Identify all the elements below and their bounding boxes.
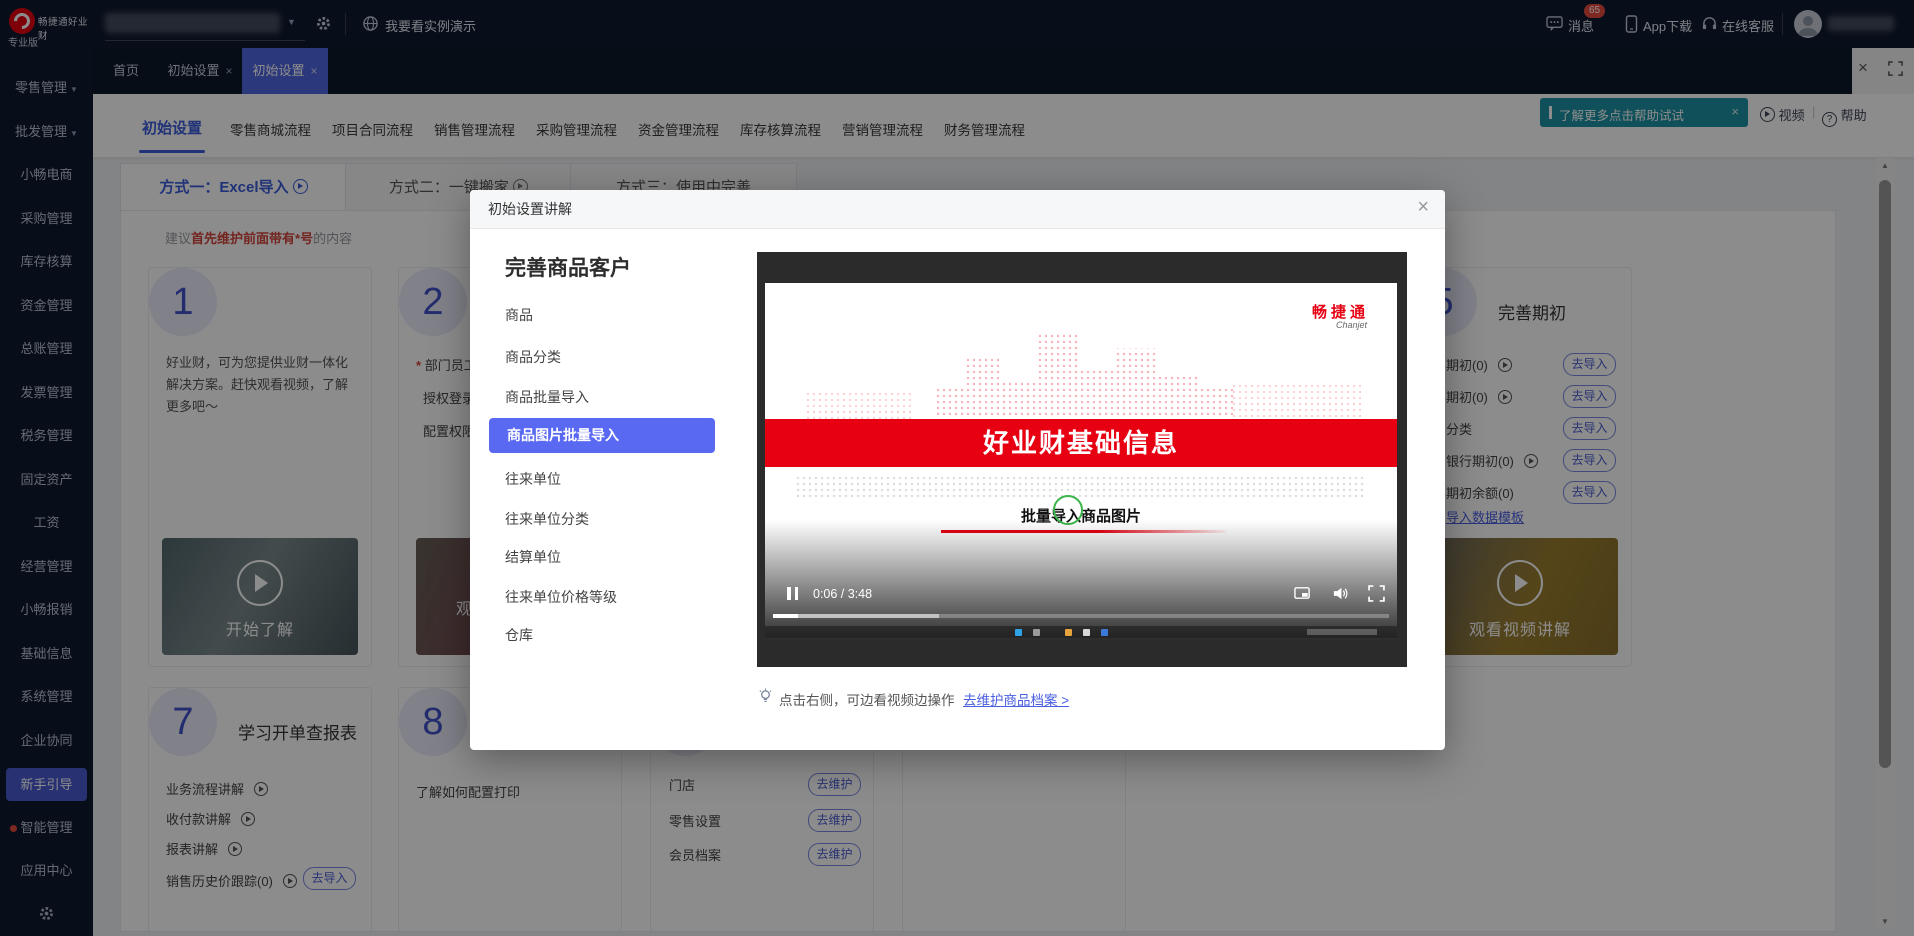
taskbar-icon bbox=[1033, 628, 1040, 636]
taskbar-icon bbox=[1015, 628, 1022, 636]
volume-icon[interactable] bbox=[1332, 585, 1349, 602]
taskbar-icon bbox=[1101, 628, 1108, 636]
maintain-goods-link[interactable]: 去维护商品档案 > bbox=[963, 689, 1069, 709]
app-screen: 畅捷通好业财 专业版 零售管理 ▼ 批发管理 ▼ 小畅电商 采购管理 库存核算 资金… bbox=[0, 0, 1914, 936]
setup-guide-modal: 初始设置讲解 × 完善商品客户 商品 商品分类 商品批量导入 商品图片批量导入 … bbox=[470, 190, 1445, 750]
video-frame: 畅捷通 Chanjet 好业财基础信息 批量导入商品图片 0:06 / 3:48 bbox=[765, 283, 1397, 640]
chanjet-logo-sub: Chanjet bbox=[1335, 320, 1367, 330]
pause-icon[interactable] bbox=[787, 587, 798, 600]
section-title: 完善商品客户 bbox=[505, 257, 631, 280]
taskbar-icon bbox=[1065, 628, 1072, 636]
video-banner: 好业财基础信息 bbox=[765, 419, 1397, 467]
dotted-skyline bbox=[935, 333, 1235, 419]
dotted-block bbox=[1231, 383, 1361, 419]
played-bar bbox=[773, 614, 798, 618]
buffered-bar bbox=[773, 614, 940, 618]
taskbar-tray bbox=[1307, 629, 1377, 635]
controls-gradient bbox=[765, 520, 1397, 640]
list-item-partner-category[interactable]: 往来单位分类 bbox=[505, 509, 589, 529]
dotted-strip bbox=[795, 475, 1367, 499]
pip-icon[interactable] bbox=[1294, 585, 1311, 602]
progress-bar[interactable] bbox=[773, 614, 1389, 618]
video-player[interactable]: 畅捷通 Chanjet 好业财基础信息 批量导入商品图片 0:06 / 3:48 bbox=[757, 252, 1407, 667]
modal-close-icon[interactable]: × bbox=[1417, 196, 1429, 219]
list-item-goods[interactable]: 商品 bbox=[505, 305, 533, 325]
list-item-goods-category[interactable]: 商品分类 bbox=[505, 347, 561, 367]
modal-tip: 点击右侧，可边看视频边操作 bbox=[779, 693, 955, 708]
list-item-settlement-unit[interactable]: 结算单位 bbox=[505, 547, 561, 567]
fullscreen-icon[interactable] bbox=[1368, 585, 1385, 602]
taskbar-icon bbox=[1083, 628, 1090, 636]
list-item-goods-batch-import[interactable]: 商品批量导入 bbox=[505, 387, 589, 407]
list-item-warehouse[interactable]: 仓库 bbox=[505, 625, 533, 645]
list-item-partners[interactable]: 往来单位 bbox=[505, 469, 561, 489]
recorded-taskbar bbox=[765, 626, 1397, 638]
dotted-block bbox=[805, 391, 915, 419]
video-controls: 0:06 / 3:48 bbox=[765, 584, 1397, 604]
list-item-price-level[interactable]: 往来单位价格等级 bbox=[505, 587, 617, 607]
list-item-goods-image-import-selected[interactable]: 商品图片批量导入 bbox=[489, 418, 715, 453]
chanjet-logo: 畅捷通 bbox=[1311, 304, 1369, 321]
modal-title: 初始设置讲解 bbox=[488, 201, 572, 217]
video-time: 0:06 / 3:48 bbox=[813, 587, 873, 601]
lightbulb-icon bbox=[759, 688, 772, 703]
modal-header bbox=[470, 190, 1445, 229]
